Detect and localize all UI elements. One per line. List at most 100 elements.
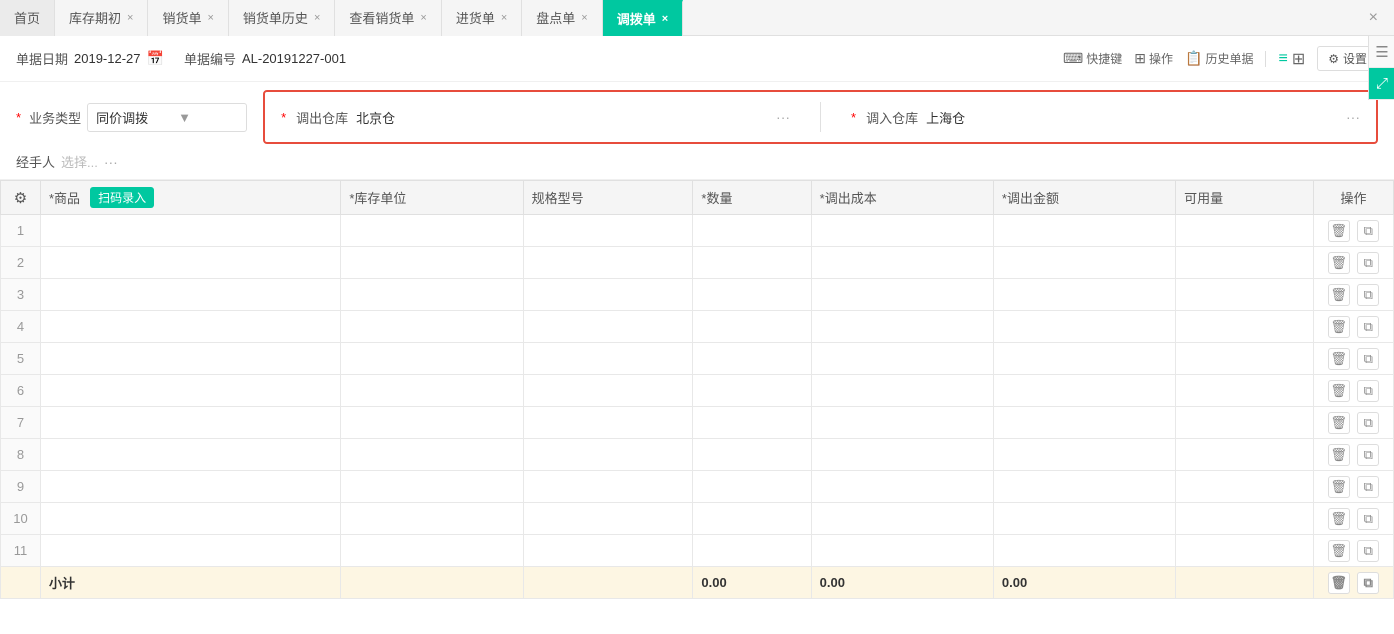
tab-view-sales[interactable]: 查看销货单 ×: [335, 0, 441, 36]
subtotal-copy-button[interactable]: ⧉: [1357, 572, 1379, 594]
row-spec[interactable]: [523, 215, 693, 247]
row-copy-button[interactable]: ⧉: [1357, 348, 1379, 370]
row-available[interactable]: [1176, 279, 1314, 311]
row-available[interactable]: [1176, 503, 1314, 535]
row-product[interactable]: [41, 535, 341, 567]
layout-list-icon[interactable]: ≡: [1278, 50, 1287, 68]
row-amount[interactable]: [993, 535, 1175, 567]
row-amount[interactable]: [993, 439, 1175, 471]
manager-select[interactable]: 选择...: [61, 152, 98, 171]
row-delete-button[interactable]: 🗑: [1328, 476, 1350, 498]
row-copy-button[interactable]: ⧉: [1357, 284, 1379, 306]
tab-purchase-order-close[interactable]: ×: [501, 12, 507, 24]
row-unit[interactable]: [341, 215, 523, 247]
row-qty[interactable]: [693, 535, 811, 567]
row-available[interactable]: [1176, 247, 1314, 279]
row-copy-button[interactable]: ⧉: [1357, 412, 1379, 434]
tab-transfer[interactable]: 调拨单 ×: [603, 0, 683, 36]
history-button[interactable]: 📋 历史单据: [1185, 50, 1253, 67]
row-product[interactable]: [41, 215, 341, 247]
sidebar-expand-button[interactable]: ⤢: [1369, 68, 1394, 100]
row-qty[interactable]: [693, 279, 811, 311]
row-copy-button[interactable]: ⧉: [1357, 444, 1379, 466]
row-product[interactable]: [41, 407, 341, 439]
row-delete-button[interactable]: 🗑: [1328, 540, 1350, 562]
row-qty[interactable]: [693, 375, 811, 407]
tab-inventory-init[interactable]: 库存期初 ×: [55, 0, 148, 36]
calendar-icon[interactable]: 📅: [147, 50, 164, 67]
row-product[interactable]: [41, 311, 341, 343]
row-amount[interactable]: [993, 407, 1175, 439]
row-unit[interactable]: [341, 247, 523, 279]
row-cost[interactable]: [811, 343, 993, 375]
row-unit[interactable]: [341, 471, 523, 503]
wh-out-value[interactable]: 北京仓: [356, 108, 768, 127]
row-copy-button[interactable]: ⧉: [1357, 252, 1379, 274]
row-amount[interactable]: [993, 503, 1175, 535]
column-settings-icon[interactable]: ⚙: [14, 190, 27, 207]
tab-purchase-order[interactable]: 进货单 ×: [442, 0, 522, 36]
row-available[interactable]: [1176, 215, 1314, 247]
row-product[interactable]: [41, 343, 341, 375]
row-spec[interactable]: [523, 439, 693, 471]
th-gear[interactable]: ⚙: [1, 181, 41, 215]
row-spec[interactable]: [523, 247, 693, 279]
row-delete-button[interactable]: 🗑: [1328, 444, 1350, 466]
row-delete-button[interactable]: 🗑: [1328, 220, 1350, 242]
row-available[interactable]: [1176, 407, 1314, 439]
window-close-button[interactable]: ×: [1361, 9, 1386, 27]
tab-stocktake[interactable]: 盘点单 ×: [522, 0, 602, 36]
tab-inventory-init-close[interactable]: ×: [127, 12, 133, 24]
row-copy-button[interactable]: ⧉: [1357, 316, 1379, 338]
row-product[interactable]: [41, 471, 341, 503]
row-cost[interactable]: [811, 407, 993, 439]
row-amount[interactable]: [993, 471, 1175, 503]
row-cost[interactable]: [811, 375, 993, 407]
row-spec[interactable]: [523, 471, 693, 503]
scan-button[interactable]: 扫码录入: [90, 187, 154, 208]
row-unit[interactable]: [341, 375, 523, 407]
row-qty[interactable]: [693, 311, 811, 343]
row-available[interactable]: [1176, 535, 1314, 567]
row-spec[interactable]: [523, 503, 693, 535]
row-product[interactable]: [41, 439, 341, 471]
row-product[interactable]: [41, 247, 341, 279]
table-scroll[interactable]: ⚙ *商品 扫码录入 *库存单位 规格型号 *数量 *调出成本 *调出金额: [0, 180, 1394, 599]
row-qty[interactable]: [693, 503, 811, 535]
row-copy-button[interactable]: ⧉: [1357, 540, 1379, 562]
tab-sales-order[interactable]: 销货单 ×: [148, 0, 228, 36]
row-cost[interactable]: [811, 311, 993, 343]
row-delete-button[interactable]: 🗑: [1328, 284, 1350, 306]
business-type-select[interactable]: 同价调拨 ▼: [87, 103, 247, 132]
subtotal-delete-button[interactable]: 🗑: [1328, 572, 1350, 594]
row-unit[interactable]: [341, 279, 523, 311]
row-cost[interactable]: [811, 471, 993, 503]
row-spec[interactable]: [523, 375, 693, 407]
wh-in-more-icon[interactable]: ···: [1346, 109, 1360, 125]
row-unit[interactable]: [341, 503, 523, 535]
manager-more-icon[interactable]: ···: [104, 154, 118, 170]
row-cost[interactable]: [811, 535, 993, 567]
row-spec[interactable]: [523, 535, 693, 567]
row-available[interactable]: [1176, 375, 1314, 407]
row-cost[interactable]: [811, 215, 993, 247]
row-copy-button[interactable]: ⧉: [1357, 476, 1379, 498]
row-unit[interactable]: [341, 407, 523, 439]
row-amount[interactable]: [993, 247, 1175, 279]
row-cost[interactable]: [811, 439, 993, 471]
row-unit[interactable]: [341, 439, 523, 471]
wh-in-value[interactable]: 上海仓: [926, 108, 1338, 127]
row-available[interactable]: [1176, 343, 1314, 375]
row-qty[interactable]: [693, 215, 811, 247]
tab-stocktake-close[interactable]: ×: [581, 12, 587, 24]
wh-out-more-icon[interactable]: ···: [776, 109, 790, 125]
row-cost[interactable]: [811, 247, 993, 279]
row-available[interactable]: [1176, 439, 1314, 471]
row-delete-button[interactable]: 🗑: [1328, 252, 1350, 274]
shortcuts-button[interactable]: ⌨ 快捷键: [1063, 50, 1122, 67]
row-cost[interactable]: [811, 279, 993, 311]
row-product[interactable]: [41, 279, 341, 311]
row-delete-button[interactable]: 🗑: [1328, 380, 1350, 402]
row-qty[interactable]: [693, 471, 811, 503]
row-unit[interactable]: [341, 343, 523, 375]
